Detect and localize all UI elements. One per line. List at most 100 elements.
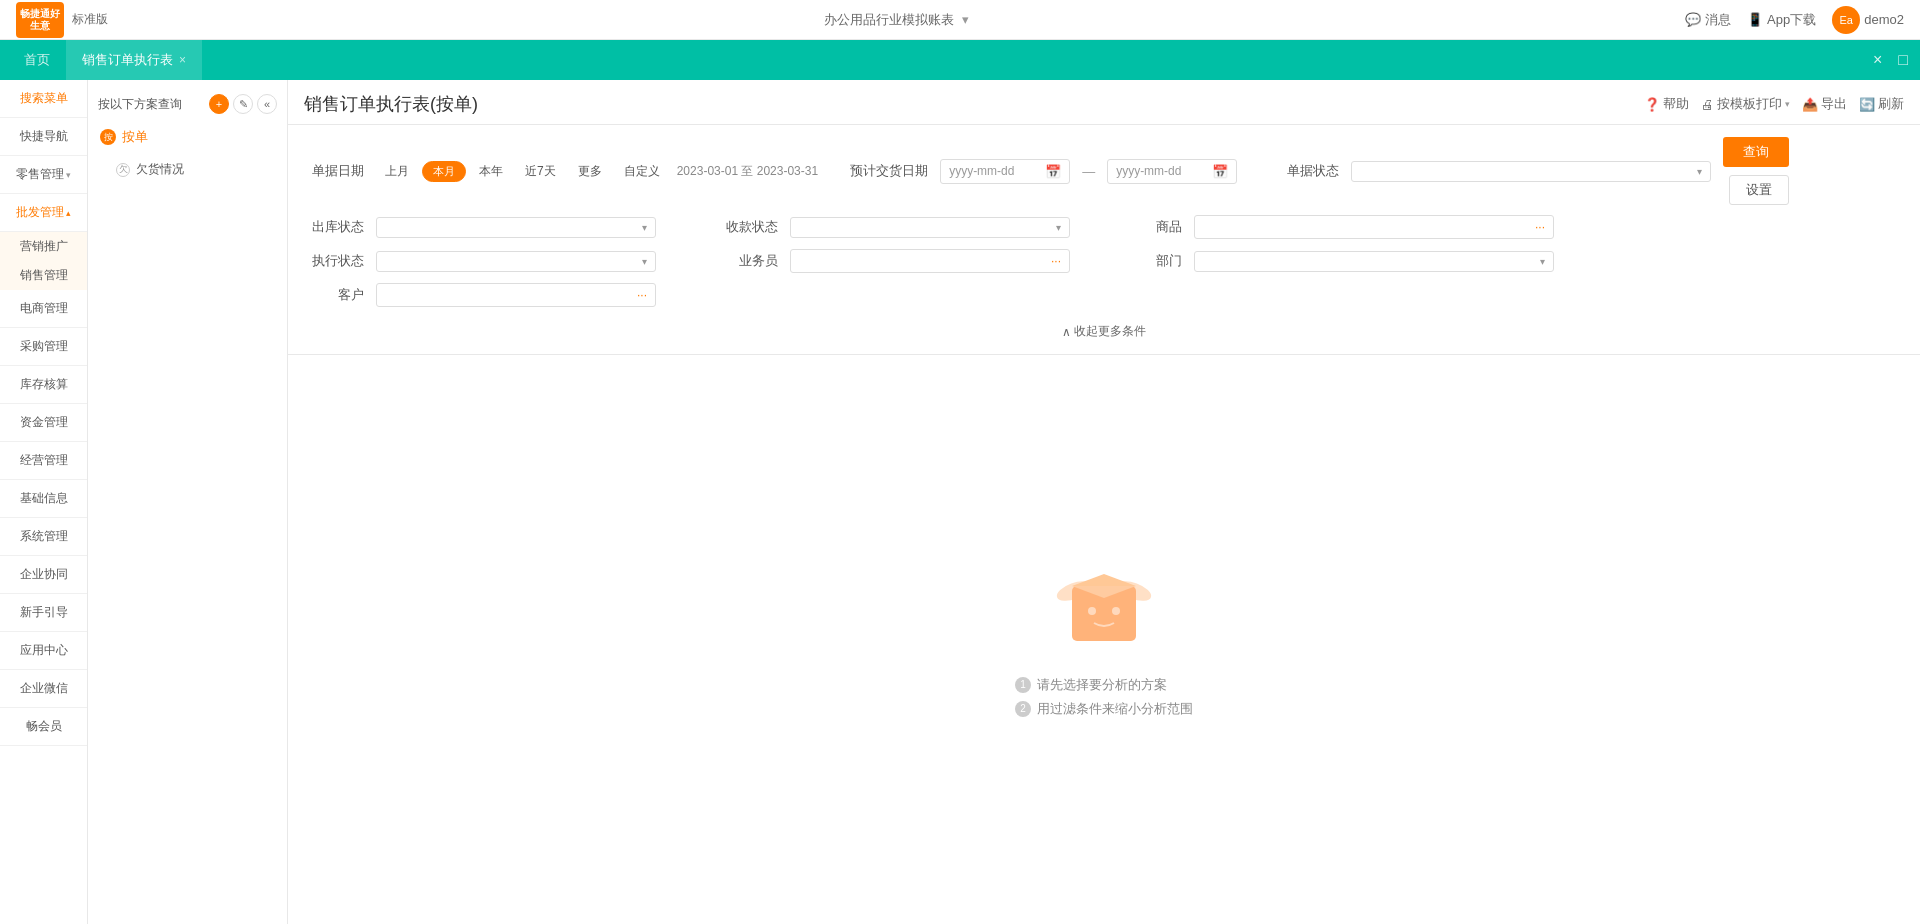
logo-text: 畅捷通好生意 [16, 8, 64, 32]
date-btn-more[interactable]: 更多 [569, 160, 611, 183]
sidebar-retail-label: 零售管理 [16, 166, 64, 183]
exec-status-label: 执行状态 [304, 252, 364, 270]
sidebar-item-newbie[interactable]: 新手引导 [0, 594, 87, 632]
status-select[interactable]: ▾ [1351, 161, 1711, 182]
customer-input[interactable]: ··· [376, 283, 656, 307]
out-status-select[interactable]: ▾ [376, 217, 656, 238]
sub-item-icon: 欠 [116, 163, 130, 177]
left-panel-icons: + ✎ « [209, 94, 277, 114]
sidebar-item-ops[interactable]: 经营管理 [0, 442, 87, 480]
sidebar-item-wxwork[interactable]: 企业微信 [0, 670, 87, 708]
filter-row-2: 出库状态 ▾ 收款状态 ▾ 商品 ··· [304, 215, 1904, 239]
sidebar-wholesale-label: 批发管理 [16, 204, 64, 221]
sidebar-item-wholesale[interactable]: 批发管理 ▴ [0, 194, 87, 232]
page-title: 销售订单执行表(按单) [304, 92, 478, 116]
sidebar-item-inventory[interactable]: 库存核算 [0, 366, 87, 404]
collapse-panel-button[interactable]: « [257, 94, 277, 114]
tab-close-icon[interactable]: × [179, 53, 186, 67]
export-icon: 📤 [1802, 97, 1818, 112]
tab-sales-order[interactable]: 销售订单执行表 × [66, 40, 202, 80]
add-plan-button[interactable]: + [209, 94, 229, 114]
refresh-label: 刷新 [1878, 95, 1904, 113]
date-label: 单据日期 [304, 162, 364, 180]
sidebar-item-purchase[interactable]: 采购管理 [0, 328, 87, 366]
expected-date-end[interactable]: yyyy-mm-dd 📅 [1107, 159, 1237, 184]
user-info[interactable]: Ea demo2 [1832, 6, 1904, 34]
sidebar-item-retail[interactable]: 零售管理 ▾ [0, 156, 87, 194]
expected-date-start[interactable]: yyyy-mm-dd 📅 [940, 159, 1070, 184]
refresh-button[interactable]: 🔄 刷新 [1859, 95, 1904, 113]
help-button[interactable]: ❓ 帮助 [1644, 95, 1689, 113]
sidebar-item-search[interactable]: 搜索菜单 [0, 80, 87, 118]
query-button[interactable]: 查询 [1723, 137, 1789, 167]
sub-icon-text: 欠 [119, 163, 128, 176]
out-status-label: 出库状态 [304, 218, 364, 236]
collapse-label: 收起更多条件 [1074, 323, 1146, 340]
collapse-button[interactable]: ∧ 收起更多条件 [1062, 323, 1146, 340]
date-btn-last-month[interactable]: 上月 [376, 160, 418, 183]
sidebar-retail-arrow-icon: ▾ [66, 170, 71, 180]
step1-num: 1 [1015, 677, 1031, 693]
export-label: 导出 [1821, 95, 1847, 113]
goods-input[interactable]: ··· [1194, 215, 1554, 239]
export-button[interactable]: 📤 导出 [1802, 95, 1847, 113]
app-download-label: App下载 [1767, 11, 1816, 29]
calendar-start-icon: 📅 [1045, 164, 1061, 179]
salesperson-input[interactable]: ··· [790, 249, 1070, 273]
step1-text: 请先选择要分析的方案 [1037, 676, 1167, 694]
print-arrow-icon: ▾ [1785, 99, 1790, 109]
tab-home[interactable]: 首页 [8, 40, 66, 80]
salesperson-dots-icon: ··· [1051, 254, 1061, 268]
app-title-arrow-icon[interactable]: ▾ [962, 12, 969, 27]
plan-item-by-order[interactable]: 按 按单 [88, 120, 287, 154]
topbar: 畅捷通好生意 标准版 办公用品行业模拟账表 ▾ 💬 消息 📱 App下载 Ea … [0, 0, 1920, 40]
print-icon: 🖨 [1701, 97, 1714, 112]
svg-point-3 [1088, 607, 1096, 615]
date-btn-custom[interactable]: 自定义 [615, 160, 669, 183]
sidebar-item-system[interactable]: 系统管理 [0, 518, 87, 556]
filter-row-3: 执行状态 ▾ 业务员 ··· 部门 ▾ [304, 249, 1904, 273]
collapse-row: ∧ 收起更多条件 [304, 317, 1904, 342]
settings-button[interactable]: 设置 [1729, 175, 1789, 205]
goods-label: 商品 [1122, 218, 1182, 236]
sidebar-item-quick-nav[interactable]: 快捷导航 [0, 118, 87, 156]
sidebar-item-basic[interactable]: 基础信息 [0, 480, 87, 518]
dept-select[interactable]: ▾ [1194, 251, 1554, 272]
print-button[interactable]: 🖨 按模板打印 ▾ [1701, 95, 1790, 113]
sub-item-label: 欠货情况 [136, 161, 184, 178]
sidebar-item-member[interactable]: 畅会员 [0, 708, 87, 746]
topbar-right: 💬 消息 📱 App下载 Ea demo2 [1685, 6, 1904, 34]
sidebar-sub-sales[interactable]: 销售管理 [0, 261, 87, 290]
date-btn-this-year[interactable]: 本年 [470, 160, 512, 183]
edit-plan-button[interactable]: ✎ [233, 94, 253, 114]
window-minimize-icon[interactable]: × [1869, 47, 1886, 73]
dept-label: 部门 [1122, 252, 1182, 270]
empty-step-1: 1 请先选择要分析的方案 [1015, 676, 1193, 694]
app-download-button[interactable]: 📱 App下载 [1747, 11, 1816, 29]
right-content: 销售订单执行表(按单) ❓ 帮助 🖨 按模板打印 ▾ 📤 导出 [288, 80, 1920, 924]
user-name: demo2 [1864, 12, 1904, 27]
avatar-text: Ea [1840, 14, 1853, 26]
main-layout: 搜索菜单 快捷导航 零售管理 ▾ 批发管理 ▴ 营销推广 销售管理 电商管理 采… [0, 80, 1920, 924]
sidebar-item-appstore[interactable]: 应用中心 [0, 632, 87, 670]
filter-row-4: 客户 ··· [304, 283, 1904, 307]
topbar-center[interactable]: 办公用品行业模拟账表 ▾ [824, 11, 969, 29]
collapse-icon: « [264, 98, 270, 110]
sidebar-item-ecom[interactable]: 电商管理 [0, 290, 87, 328]
collect-status-select[interactable]: ▾ [790, 217, 1070, 238]
customer-label: 客户 [304, 286, 364, 304]
plan-item-icon: 按 [100, 129, 116, 145]
window-maximize-icon[interactable]: □ [1894, 47, 1912, 73]
sidebar-sub-marketing[interactable]: 营销推广 [0, 232, 87, 261]
message-button[interactable]: 💬 消息 [1685, 11, 1731, 29]
exec-status-select[interactable]: ▾ [376, 251, 656, 272]
date-btn-this-month[interactable]: 本月 [422, 161, 466, 182]
sub-item-backorder[interactable]: 欠 欠货情况 [88, 154, 287, 185]
collapse-up-icon: ∧ [1062, 325, 1071, 339]
sidebar-item-finance[interactable]: 资金管理 [0, 404, 87, 442]
sidebar-item-collab[interactable]: 企业协同 [0, 556, 87, 594]
empty-state: 1 请先选择要分析的方案 2 用过滤条件来缩小分析范围 [288, 355, 1920, 924]
exec-status-chevron-icon: ▾ [642, 256, 647, 267]
date-btn-7days[interactable]: 近7天 [516, 160, 565, 183]
status-chevron-icon: ▾ [1697, 166, 1702, 177]
